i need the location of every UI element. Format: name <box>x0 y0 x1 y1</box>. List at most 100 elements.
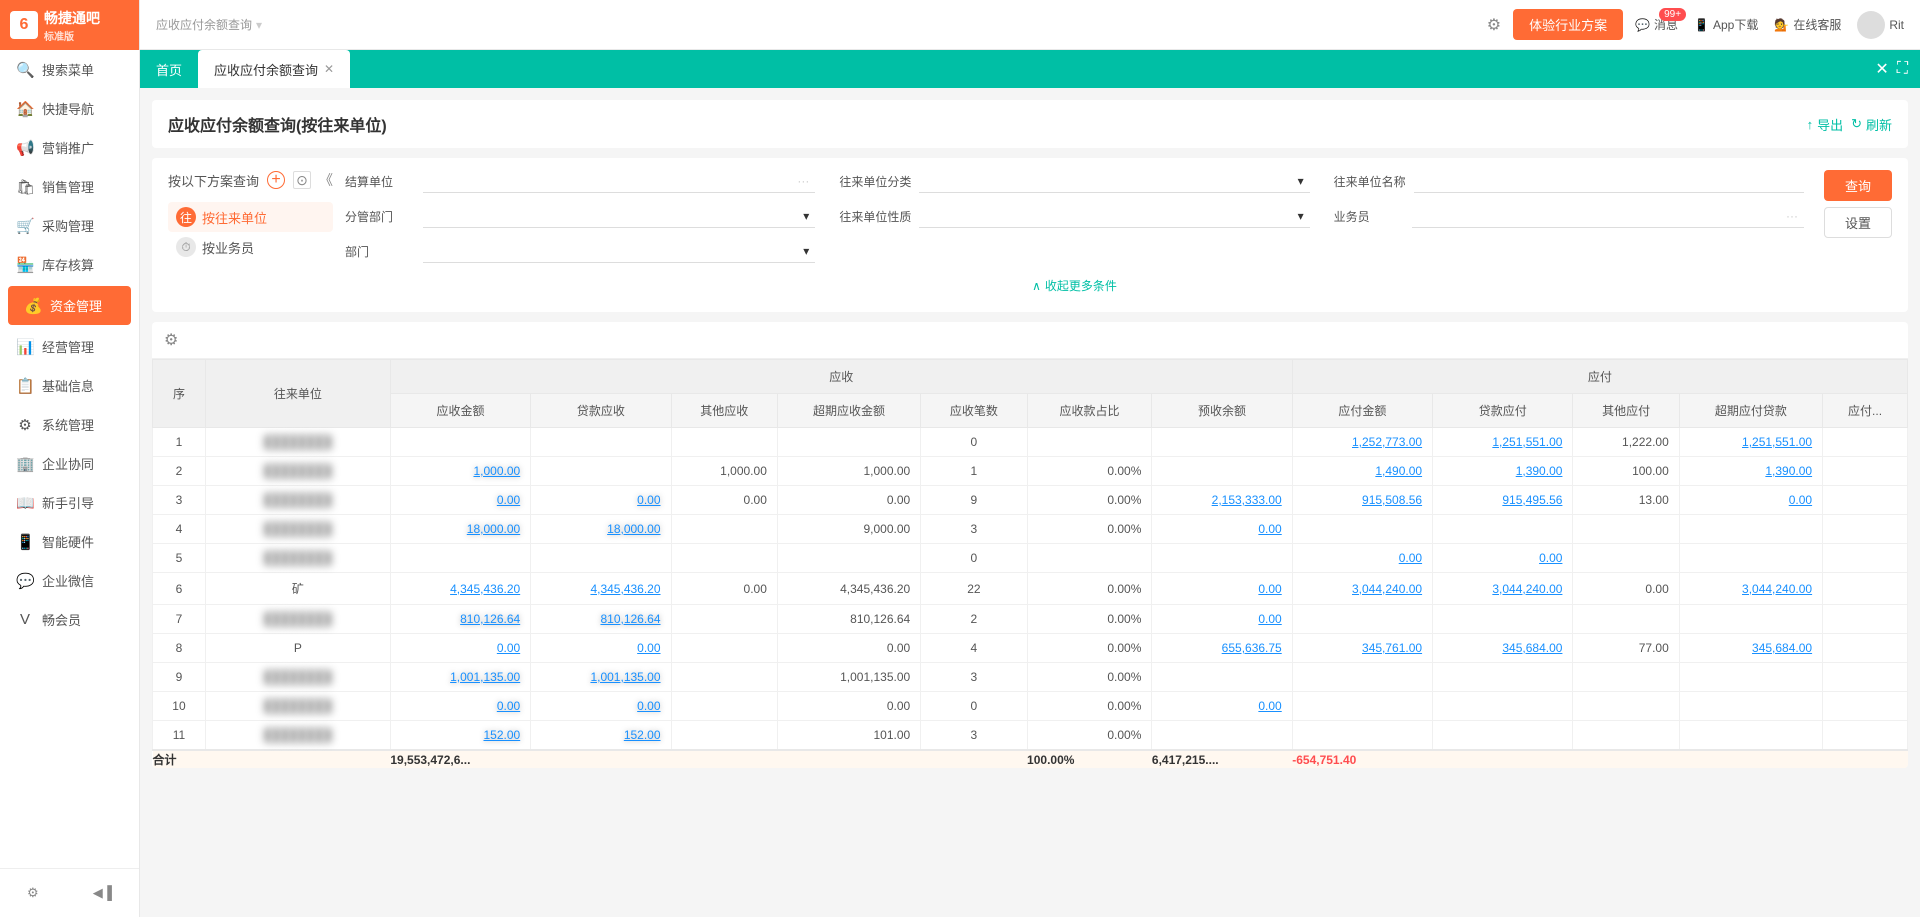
refresh-btn[interactable]: ↻ 刷新 <box>1851 115 1892 134</box>
table-cell[interactable]: 18,000.00 <box>531 515 671 544</box>
th-other-ar: 其他应收 <box>671 394 777 428</box>
table-cell[interactable]: 0.00 <box>1433 544 1573 573</box>
table-cell[interactable]: 1,251,551.00 <box>1433 428 1573 457</box>
sidebar-collapse-btn[interactable]: ◀▐ <box>77 877 128 909</box>
sidebar-item-enterprise[interactable]: 🏢企业协同 <box>0 444 139 483</box>
table-cell[interactable]: 0.00 <box>390 634 530 663</box>
tabbar-close-icon[interactable]: ✕ <box>1875 59 1888 79</box>
table-cell[interactable]: 3,044,240.00 <box>1433 573 1573 605</box>
filter-select-partner-nature[interactable]: ▾ <box>919 205 1309 228</box>
cell-partner: ████████ <box>205 428 390 457</box>
table-cell[interactable]: 345,761.00 <box>1292 634 1432 663</box>
tab-close-icon[interactable]: ✕ <box>324 62 334 76</box>
table-row: 10████████0.000.000.0000.00%0.00 <box>153 692 1908 721</box>
table-cell[interactable]: 655,636.75 <box>1152 634 1292 663</box>
table-cell[interactable]: 0.00 <box>531 692 671 721</box>
table-cell[interactable]: 0.00 <box>531 634 671 663</box>
export-btn[interactable]: ↑ 导出 <box>1807 115 1844 134</box>
table-cell[interactable]: 1,001,135.00 <box>390 663 530 692</box>
table-cell[interactable]: 1,252,773.00 <box>1292 428 1432 457</box>
sidebar-item-hardware[interactable]: 📱智能硬件 <box>0 522 139 561</box>
table-cell[interactable]: 152.00 <box>390 721 530 751</box>
table-cell[interactable]: 0.00 <box>1152 605 1292 634</box>
sidebar-item-management[interactable]: 📊经营管理 <box>0 327 139 366</box>
filter-select-partner-cat[interactable]: ▾ <box>919 170 1309 193</box>
sidebar-item-purchase[interactable]: 🛒采购管理 <box>0 206 139 245</box>
filter-collapse-icon[interactable]: 《 <box>319 170 333 190</box>
filter-add-btn[interactable]: + <box>267 171 285 189</box>
table-cell[interactable]: 1,390.00 <box>1679 457 1822 486</box>
topbar-settings-icon[interactable]: ⚙ <box>1487 15 1501 35</box>
sidebar-item-inventory[interactable]: 🏪库存核算 <box>0 245 139 284</box>
sidebar-item-quick[interactable]: 🏠快捷导航 <box>0 89 139 128</box>
table-cell[interactable]: 915,508.56 <box>1292 486 1432 515</box>
sidebar-item-sales[interactable]: 🛍销售管理 <box>0 167 139 206</box>
footer-ar-amount[interactable]: 19,553,472,6... <box>390 750 530 768</box>
table-cell[interactable]: 1,490.00 <box>1292 457 1432 486</box>
table-cell[interactable]: 345,684.00 <box>1433 634 1573 663</box>
table-cell[interactable]: 0.00 <box>390 486 530 515</box>
cell-no: 2 <box>153 457 206 486</box>
table-cell[interactable]: 4,345,436.20 <box>390 573 530 605</box>
th-advance-balance: 预收余额 <box>1152 394 1292 428</box>
table-cell[interactable]: 3,044,240.00 <box>1292 573 1432 605</box>
tab-home[interactable]: 首页 <box>140 50 198 88</box>
filter-input-salesperson[interactable]: ··· <box>1412 205 1804 228</box>
query-type-partner[interactable]: 往 按往来单位 <box>168 202 333 232</box>
table-cell[interactable]: 1,390.00 <box>1433 457 1573 486</box>
th-ap-amount: 应付金额 <box>1292 394 1432 428</box>
sidebar-item-search[interactable]: 🔍搜索菜单 <box>0 50 139 89</box>
settings-btn[interactable]: 设置 <box>1824 207 1892 238</box>
sidebar-item-marketing[interactable]: 📢营销推广 <box>0 128 139 167</box>
table-cell[interactable]: 0.00 <box>390 692 530 721</box>
query-type-staff[interactable]: ⏱ 按业务员 <box>168 232 333 262</box>
tabbar-fullscreen-icon[interactable]: ⛶ <box>1897 60 1908 78</box>
sidebar-item-guide[interactable]: 📖新手引导 <box>0 483 139 522</box>
table-cell[interactable]: 810,126.64 <box>531 605 671 634</box>
table-cell[interactable]: 0.00 <box>1152 573 1292 605</box>
table-cell[interactable]: 152.00 <box>531 721 671 751</box>
footer-advance-balance[interactable]: 6,417,215.... <box>1152 750 1292 768</box>
table-settings-icon[interactable]: ⚙ <box>164 330 178 350</box>
table-cell[interactable]: 0.00 <box>1152 515 1292 544</box>
table-cell[interactable]: 1,251,551.00 <box>1679 428 1822 457</box>
topbar-online-service[interactable]: 💁 在线客服 <box>1774 16 1841 33</box>
query-btn[interactable]: 查询 <box>1824 170 1892 201</box>
topbar-avatar <box>1857 11 1885 39</box>
query-type-staff-icon: ⏱ <box>176 237 196 257</box>
table-cell[interactable]: 2,153,333.00 <box>1152 486 1292 515</box>
sidebar-settings-btn[interactable]: ⚙ <box>11 877 55 909</box>
filter-input-settlement[interactable]: ··· <box>423 170 815 193</box>
table-cell[interactable]: 1,001,135.00 <box>531 663 671 692</box>
tab-ar-ap[interactable]: 应收应付余额查询 ✕ <box>198 50 350 88</box>
table-cell[interactable]: 915,495.56 <box>1433 486 1573 515</box>
trial-btn[interactable]: 体验行业方案 <box>1513 9 1623 40</box>
table-cell[interactable]: 0.00 <box>1152 692 1292 721</box>
filter-collapse-btn[interactable]: ∧ 收起更多条件 <box>345 271 1804 300</box>
sidebar-item-system[interactable]: ⚙系统管理 <box>0 405 139 444</box>
table-cell[interactable]: 0.00 <box>531 486 671 515</box>
logo-main: 畅捷通吧 <box>44 8 100 28</box>
table-cell[interactable]: 1,000.00 <box>390 457 530 486</box>
filter-input-partner-name[interactable] <box>1414 170 1804 193</box>
topbar-user[interactable]: Rit <box>1857 11 1904 39</box>
topbar-app-download[interactable]: 📱 App下载 <box>1694 16 1758 33</box>
table-cell[interactable]: 4,345,436.20 <box>531 573 671 605</box>
sidebar-item-wechat[interactable]: 💬企业微信 <box>0 561 139 600</box>
sidebar-item-basic[interactable]: 📋基础信息 <box>0 366 139 405</box>
table-cell[interactable]: 18,000.00 <box>390 515 530 544</box>
sidebar-item-finance[interactable]: 💰资金管理 <box>8 286 131 325</box>
table-cell[interactable]: 345,684.00 <box>1679 634 1822 663</box>
footer-ar-ratio: 100.00% <box>1027 750 1152 768</box>
filter-scheme-btn[interactable]: ⊙ <box>293 171 311 189</box>
table-cell[interactable]: 3,044,240.00 <box>1679 573 1822 605</box>
table-cell[interactable]: 0.00 <box>1679 486 1822 515</box>
table-scrollbar-area[interactable]: 序 往来单位 应收 应付 应收金额 贷款应收 其他应收 超期应收金额 应收笔数 … <box>152 359 1908 768</box>
topbar-msg-btn[interactable]: 💬 消息 99+ <box>1635 16 1678 33</box>
partner-cat-chevron: ▾ <box>1298 174 1304 188</box>
table-cell[interactable]: 0.00 <box>1292 544 1432 573</box>
filter-select-dept[interactable]: ▾ <box>423 240 815 263</box>
table-cell[interactable]: 810,126.64 <box>390 605 530 634</box>
sidebar-item-member[interactable]: V畅会员 <box>0 600 139 639</box>
filter-select-dept-mgr[interactable]: ▾ <box>423 205 815 228</box>
